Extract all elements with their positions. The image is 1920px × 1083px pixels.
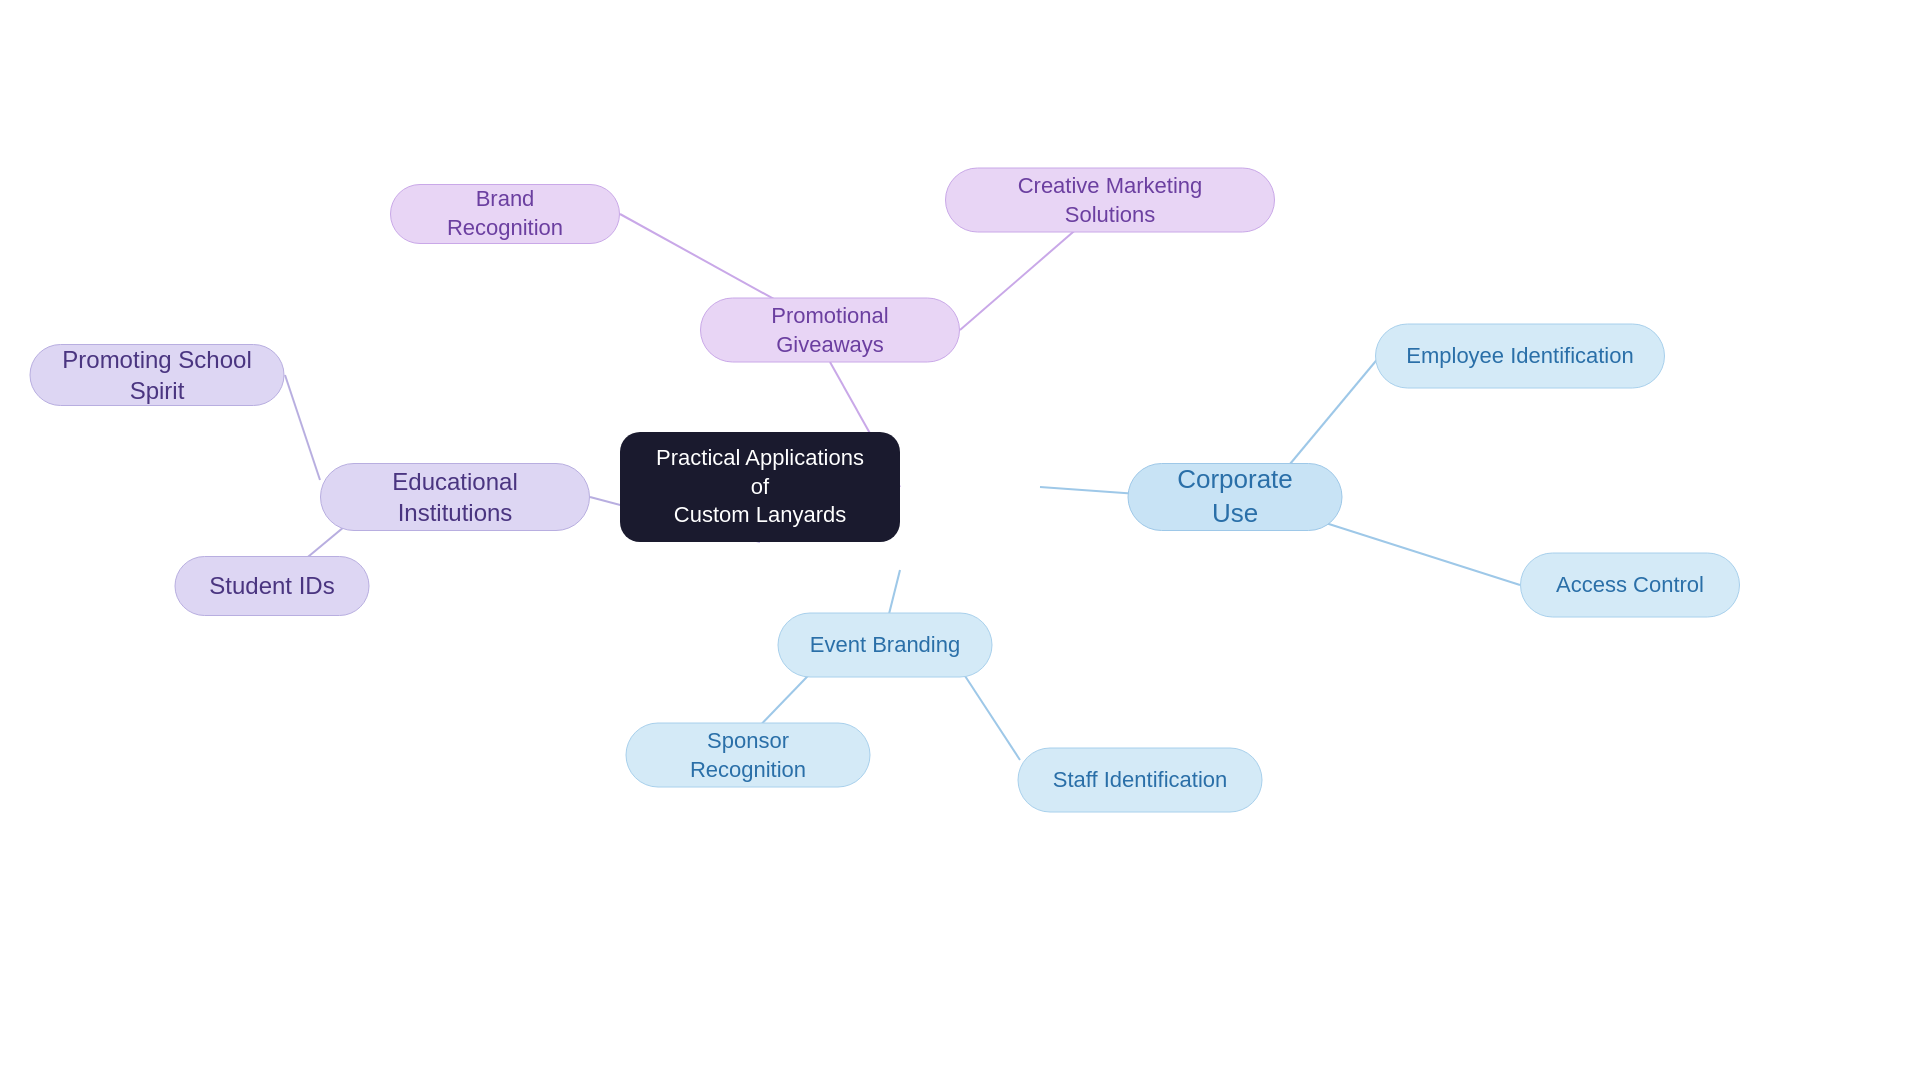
staff-identification-node: Staff Identification xyxy=(1018,748,1263,813)
student-ids-label: Student IDs xyxy=(209,570,334,601)
event-branding-label: Event Branding xyxy=(810,631,960,660)
employee-identification-node: Employee Identification xyxy=(1375,324,1665,389)
sponsor-recognition-label: Sponsor Recognition xyxy=(655,726,842,783)
promoting-school-spirit-label: Promoting School Spirit xyxy=(59,344,256,406)
corporate-use-label: Corporate Use xyxy=(1157,463,1314,531)
center-label: Practical Applications of Custom Lanyard… xyxy=(648,444,872,530)
svg-line-4 xyxy=(285,375,320,480)
event-branding-node: Event Branding xyxy=(778,613,993,678)
educational-institutions-node: Educational Institutions xyxy=(320,463,590,531)
promoting-school-spirit-node: Promoting School Spirit xyxy=(30,344,285,406)
student-ids-node: Student IDs xyxy=(175,556,370,616)
svg-line-7 xyxy=(1285,356,1380,470)
center-node: Practical Applications of Custom Lanyard… xyxy=(620,432,900,542)
employee-identification-label: Employee Identification xyxy=(1406,342,1633,371)
promotional-giveaways-node: Promotional Giveaways xyxy=(700,298,960,363)
educational-institutions-label: Educational Institutions xyxy=(349,466,561,528)
access-control-label: Access Control xyxy=(1556,571,1704,600)
access-control-node: Access Control xyxy=(1520,553,1740,618)
sponsor-recognition-node: Sponsor Recognition xyxy=(626,723,871,788)
promotional-giveaways-label: Promotional Giveaways xyxy=(729,301,931,358)
brand-recognition-node: Brand Recognition xyxy=(390,184,620,244)
brand-recognition-label: Brand Recognition xyxy=(419,185,591,242)
corporate-use-node: Corporate Use xyxy=(1128,463,1343,531)
creative-marketing-node: Creative Marketing Solutions xyxy=(945,168,1275,233)
staff-identification-label: Staff Identification xyxy=(1053,766,1228,795)
creative-marketing-label: Creative Marketing Solutions xyxy=(974,171,1246,228)
